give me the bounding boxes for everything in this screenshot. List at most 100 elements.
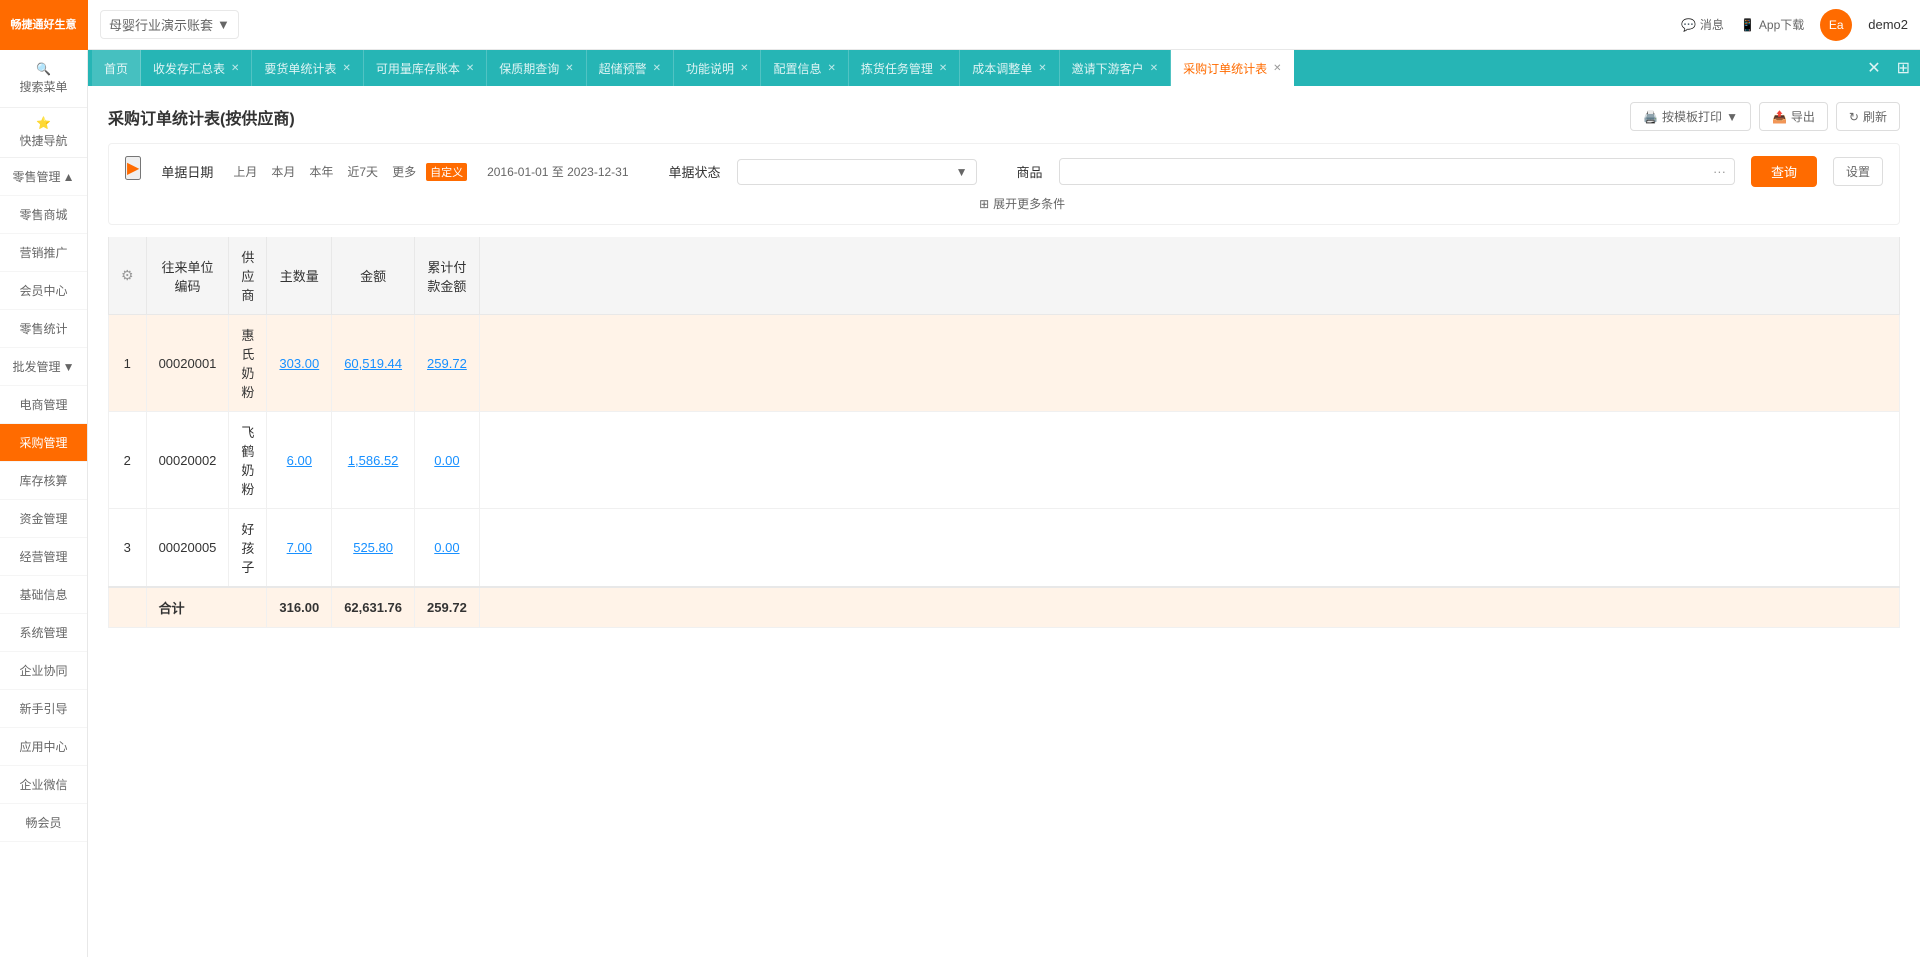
sidebar-item-member[interactable]: 会员中心	[0, 272, 87, 310]
app-download-button[interactable]: 📱 App下载	[1740, 16, 1804, 33]
date-shortcuts: 上月 本月 本年 近7天 更多	[229, 161, 467, 182]
print-button[interactable]: 🖨️ 按模板打印 ▼	[1630, 102, 1751, 131]
tab-label: 采购订单统计表	[1183, 60, 1267, 77]
sidebar-item-enterprise[interactable]: 企业协同	[0, 652, 87, 690]
sidebar-item-label: 零售商城	[19, 206, 67, 223]
sidebar-item-operations[interactable]: 经营管理	[0, 538, 87, 576]
sidebar-item-marketing[interactable]: 营销推广	[0, 234, 87, 272]
shortcut-more[interactable]: 更多	[388, 161, 420, 182]
td-code: 00020001	[146, 315, 229, 412]
sidebar-item-ecommerce[interactable]: 电商管理	[0, 386, 87, 424]
tab-purchase-order-stats[interactable]: 采购订单统计表 ✕	[1171, 50, 1294, 86]
tab-requisition-stats[interactable]: 要货单统计表 ✕	[252, 50, 363, 86]
close-icon[interactable]: ✕	[231, 63, 239, 74]
tab-label: 配置信息	[773, 60, 821, 77]
sidebar-item-member-program[interactable]: 畅会员	[0, 804, 87, 842]
query-button[interactable]: 查询	[1751, 156, 1817, 187]
shortcut-this-year[interactable]: 本年	[305, 161, 337, 182]
expand-more-button[interactable]: ⊞ 展开更多条件	[979, 195, 1065, 212]
tab-cost-adjust[interactable]: 成本调整单 ✕	[960, 50, 1059, 86]
close-icon[interactable]: ✕	[827, 63, 835, 74]
page-content: 采购订单统计表(按供应商) 🖨️ 按模板打印 ▼ 📤 导出 ↻ 刷新	[88, 86, 1920, 957]
sidebar-item-enterprise-wechat[interactable]: 企业微信	[0, 766, 87, 804]
sidebar-item-retail-stats[interactable]: 零售统计	[0, 310, 87, 348]
settings-button[interactable]: 设置	[1833, 157, 1883, 186]
sidebar-item-retail[interactable]: 零售管理 ▲	[0, 158, 87, 196]
column-settings-icon[interactable]: ⚙	[121, 267, 134, 283]
dropdown-icon: ▼	[217, 17, 230, 32]
td-paid: 0.00	[415, 412, 480, 509]
th-quantity: 主数量	[267, 237, 332, 315]
sidebar-item-inventory[interactable]: 库存核算	[0, 462, 87, 500]
filter-area: ▶ 单据日期 上月 本月 本年	[88, 131, 1920, 225]
tab-overstock-warning[interactable]: 超储预警 ✕	[587, 50, 674, 86]
user-avatar[interactable]: Ea	[1820, 9, 1852, 41]
tab-warranty-query[interactable]: 保质期查询 ✕	[487, 50, 586, 86]
sidebar-item-system[interactable]: 系统管理	[0, 614, 87, 652]
paid-link[interactable]: 0.00	[434, 453, 459, 468]
th-amount: 金额	[332, 237, 415, 315]
amount-link[interactable]: 60,519.44	[344, 356, 402, 371]
refresh-icon: ↻	[1849, 110, 1859, 124]
sidebar-item-finance[interactable]: 资金管理	[0, 500, 87, 538]
workspace-selector[interactable]: 母婴行业演示账套 ▼	[100, 10, 239, 39]
search-menu-button[interactable]: 🔍 搜索菜单	[6, 58, 81, 99]
close-icon[interactable]: ✕	[939, 63, 947, 74]
tab-label: 可用量库存账本	[376, 60, 460, 77]
sidebar-item-label: 营销推广	[19, 244, 67, 261]
sidebar-item-new-guide[interactable]: 新手引导	[0, 690, 87, 728]
tab-maximize-button[interactable]: ⊞	[1891, 54, 1916, 82]
close-icon[interactable]: ✕	[1150, 63, 1158, 74]
quick-nav-button[interactable]: ⭐ 快捷导航	[0, 108, 87, 158]
td-footer-extra	[479, 587, 1899, 628]
data-table: ⚙ 往来单位编码 供应商 主数量 金额 累计付款金额 1 00020001	[108, 237, 1900, 628]
close-icon[interactable]: ✕	[1038, 63, 1046, 74]
tab-home[interactable]: 首页	[92, 50, 141, 86]
tab-function-desc[interactable]: 功能说明 ✕	[674, 50, 761, 86]
tab-bar: 首页 收发存汇总表 ✕ 要货单统计表 ✕ 可用量库存账本 ✕ 保质期查询 ✕ 超…	[88, 50, 1920, 86]
amount-link[interactable]: 1,586.52	[348, 453, 399, 468]
message-button[interactable]: 💬 消息	[1681, 16, 1724, 33]
tab-config-info[interactable]: 配置信息 ✕	[761, 50, 848, 86]
shortcut-last-7-days[interactable]: 近7天	[343, 161, 382, 182]
shortcut-this-month[interactable]: 本月	[267, 161, 299, 182]
goods-input[interactable]	[1068, 165, 1713, 179]
paid-link[interactable]: 259.72	[427, 356, 467, 371]
export-button[interactable]: 📤 导出	[1759, 102, 1828, 131]
close-icon[interactable]: ✕	[466, 63, 474, 74]
quantity-link[interactable]: 6.00	[287, 453, 312, 468]
tab-receive-summary[interactable]: 收发存汇总表 ✕	[141, 50, 252, 86]
tab-pick-task[interactable]: 拣货任务管理 ✕	[849, 50, 960, 86]
print-icon: 🖨️	[1643, 110, 1658, 124]
tab-invite-downstream[interactable]: 邀请下游客户 ✕	[1060, 50, 1171, 86]
sidebar-item-purchase[interactable]: 采购管理	[0, 424, 87, 462]
close-icon[interactable]: ✕	[565, 63, 573, 74]
status-select[interactable]: ▼	[737, 159, 977, 185]
close-icon[interactable]: ✕	[1273, 63, 1281, 74]
quantity-link[interactable]: 7.00	[287, 540, 312, 555]
shortcut-last-month[interactable]: 上月	[229, 161, 261, 182]
app-logo: 畅捷通好生意	[0, 0, 88, 50]
close-icon[interactable]: ✕	[740, 63, 748, 74]
close-icon[interactable]: ✕	[342, 63, 350, 74]
quantity-link[interactable]: 303.00	[279, 356, 319, 371]
top-bar-left: 母婴行业演示账套 ▼	[100, 10, 1673, 39]
sidebar-item-label: 新手引导	[19, 700, 67, 717]
paid-link[interactable]: 0.00	[434, 540, 459, 555]
more-icon[interactable]: ···	[1713, 164, 1726, 179]
close-icon[interactable]: ✕	[653, 63, 661, 74]
tab-available-stock[interactable]: 可用量库存账本 ✕	[364, 50, 487, 86]
tab-close-all-button[interactable]: ✕	[1861, 54, 1886, 82]
th-paid: 累计付款金额	[415, 237, 480, 315]
sidebar-item-retail-mall[interactable]: 零售商城	[0, 196, 87, 234]
filter-collapse-button[interactable]: ▶	[125, 156, 141, 180]
message-icon: 💬	[1681, 18, 1696, 32]
td-footer-paid: 259.72	[415, 587, 480, 628]
sidebar-item-app-center[interactable]: 应用中心	[0, 728, 87, 766]
amount-link[interactable]: 525.80	[353, 540, 393, 555]
sidebar-item-label: 系统管理	[19, 624, 67, 641]
sidebar-item-label: 资金管理	[19, 510, 67, 527]
sidebar-item-batch[interactable]: 批发管理 ▼	[0, 348, 87, 386]
refresh-button[interactable]: ↻ 刷新	[1836, 102, 1900, 131]
sidebar-item-basic-info[interactable]: 基础信息	[0, 576, 87, 614]
